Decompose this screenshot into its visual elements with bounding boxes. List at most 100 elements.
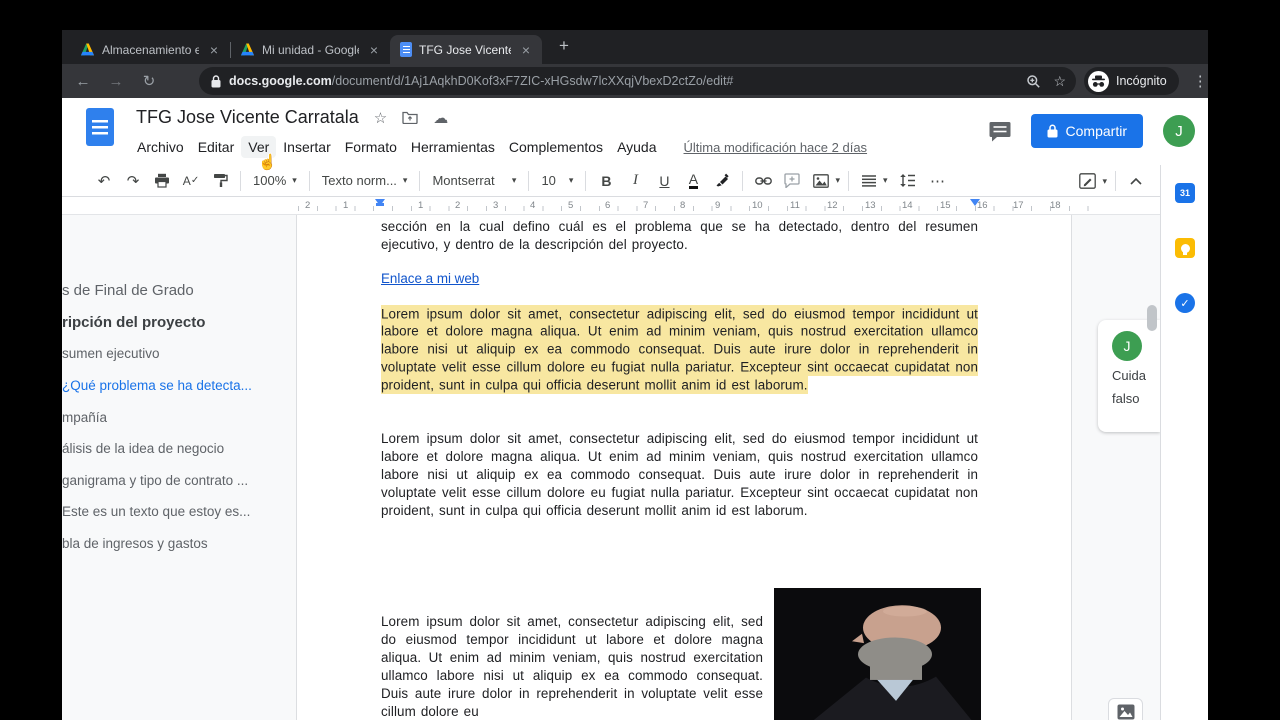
outline-item[interactable]: bla de ingresos y gastos — [62, 528, 292, 560]
menu-ayuda[interactable]: Ayuda — [610, 136, 663, 158]
font-select[interactable]: Montserrat ▾ — [428, 169, 520, 193]
last-modified-link[interactable]: Última modificación hace 2 días — [684, 140, 868, 155]
share-button[interactable]: Compartir — [1030, 114, 1143, 148]
paragraph-intro[interactable]: sección en la cual defino cuál es el pro… — [381, 218, 978, 254]
outline-item[interactable]: sumen ejecutivo — [62, 338, 292, 370]
tab-close-icon[interactable]: × — [518, 42, 534, 58]
insert-image-icon[interactable] — [809, 169, 833, 193]
spellcheck-icon[interactable]: A ✓ — [179, 169, 203, 193]
ruler[interactable]: 2 1 1 2 3 4 5 6 7 8 9 10 11 12 13 14 15 … — [62, 197, 1160, 215]
first-line-indent-marker[interactable] — [376, 203, 384, 206]
paint-format-icon[interactable] — [208, 169, 232, 193]
comment-card[interactable]: J Cuida falso — [1098, 320, 1160, 432]
calendar-icon[interactable]: 31 — [1175, 183, 1195, 203]
menu-editar[interactable]: Editar — [191, 136, 242, 158]
insert-link-icon[interactable] — [751, 169, 775, 193]
zoom-search-icon[interactable] — [1026, 74, 1041, 89]
paragraph-body[interactable]: Lorem ipsum dolor sit amet, consectetur … — [381, 430, 978, 520]
tab-strip: Almacenamiento en la nube pa × Mi unidad… — [62, 30, 1208, 64]
url-domain: docs.google.com — [229, 74, 332, 88]
url-text: docs.google.com/document/d/1Aj1AqkhD0Kof… — [229, 74, 1014, 88]
ruler-label: 2 — [455, 200, 461, 211]
outline-item[interactable]: s de Final de Grado — [62, 275, 292, 307]
font-size-select[interactable]: 10 ▾ — [537, 169, 577, 193]
ruler-label: 6 — [605, 200, 611, 211]
underline-button[interactable]: U — [652, 169, 676, 193]
address-bar[interactable]: docs.google.com/document/d/1Aj1AqkhD0Kof… — [199, 67, 1076, 95]
outline-item-active[interactable]: ¿Qué problema se ha detecta... — [62, 370, 292, 402]
incognito-icon — [1088, 70, 1109, 92]
line-spacing-icon[interactable] — [896, 169, 920, 193]
paragraph-highlighted[interactable]: Lorem ipsum dolor sit amet, consectetur … — [381, 304, 978, 395]
portrait-photo[interactable] — [774, 588, 981, 720]
outline-item[interactable]: ripción del proyecto — [62, 307, 292, 339]
menu-archivo[interactable]: Archivo — [130, 136, 191, 158]
chevron-down-icon[interactable]: ▾ — [883, 175, 888, 186]
reload-icon[interactable]: ↻ — [137, 72, 161, 90]
star-document-icon[interactable]: ☆ — [374, 109, 387, 127]
comments-icon[interactable] — [989, 121, 1011, 142]
document-title[interactable]: TFG Jose Vicente Carratala — [136, 107, 359, 128]
lock-icon — [211, 74, 221, 87]
outline-item[interactable]: álisis de la idea de negocio — [62, 433, 292, 465]
add-comment-icon[interactable] — [780, 169, 804, 193]
align-button[interactable] — [857, 169, 881, 193]
zoom-select[interactable]: 100% ▾ — [249, 169, 301, 193]
browser-tab-drive-storage[interactable]: Almacenamiento en la nube pa × — [70, 35, 230, 64]
docs-logo-icon[interactable] — [86, 108, 114, 146]
left-indent-marker[interactable] — [375, 199, 385, 206]
document-page[interactable]: sección en la cual defino cuál es el pro… — [296, 215, 1072, 720]
print-icon[interactable] — [150, 169, 174, 193]
keep-icon[interactable] — [1175, 238, 1195, 258]
comment-avatar: J — [1112, 331, 1142, 361]
image-options-button[interactable] — [1108, 698, 1143, 720]
bold-button[interactable]: B — [594, 169, 618, 193]
menu-herramientas[interactable]: Herramientas — [404, 136, 502, 158]
italic-button[interactable]: I — [623, 169, 647, 193]
forward-icon[interactable]: → — [104, 73, 128, 90]
paragraph-wrapped[interactable]: Lorem ipsum dolor sit amet, consectetur … — [381, 613, 763, 720]
toolbar-separator — [240, 170, 241, 191]
text-color-button[interactable]: A — [681, 169, 705, 193]
ruler-label: 12 — [827, 200, 838, 211]
paragraph-style-select[interactable]: Texto norm... ▾ — [318, 169, 412, 193]
outline-item[interactable]: Este es un texto que estoy es... — [62, 496, 292, 528]
tab-close-icon[interactable]: × — [366, 42, 382, 58]
docs-header: TFG Jose Vicente Carratala ☆ ☁ Archivo E… — [62, 98, 1208, 171]
vertical-scrollbar[interactable] — [1147, 305, 1157, 331]
tab-close-icon[interactable]: × — [206, 42, 222, 58]
chevron-down-icon[interactable]: ▾ — [835, 175, 840, 186]
chevron-down-icon[interactable]: ▾ — [1102, 176, 1107, 187]
menu-complementos[interactable]: Complementos — [502, 136, 610, 158]
highlight-color-button[interactable] — [710, 169, 734, 193]
outline-item[interactable]: mpañía — [62, 401, 292, 433]
new-tab-button[interactable]: + — [552, 35, 576, 59]
menu-formato[interactable]: Formato — [338, 136, 404, 158]
collapse-toolbar-icon[interactable] — [1124, 169, 1148, 193]
account-avatar[interactable]: J — [1163, 115, 1195, 147]
bookmark-star-icon[interactable]: ☆ — [1053, 73, 1066, 90]
right-indent-marker[interactable] — [970, 199, 980, 206]
ruler-label: 5 — [568, 200, 574, 211]
redo-icon[interactable]: ↷ — [121, 169, 145, 193]
browser-menu-icon[interactable]: ⋮ — [1193, 72, 1208, 90]
back-icon[interactable]: ← — [71, 73, 95, 90]
tasks-icon[interactable]: ✓ — [1175, 293, 1195, 313]
ruler-label: 3 — [493, 200, 499, 211]
outline-item[interactable]: ganigrama y tipo de contrato ... — [62, 465, 292, 497]
google-side-panel: 31 ✓ — [1160, 165, 1208, 720]
toolbar-separator — [1115, 171, 1116, 191]
bulb-icon — [1180, 243, 1190, 255]
editing-mode-button[interactable] — [1075, 169, 1099, 193]
url-path: /document/d/1Aj1AqkhD0Kof3xF7ZIC-xHGsdw7… — [331, 74, 734, 88]
cloud-saved-icon: ☁ — [433, 109, 449, 127]
document-hyperlink[interactable]: Enlace a mi web — [381, 271, 479, 286]
image-icon — [1117, 704, 1134, 720]
browser-tab-docs-active[interactable]: TFG Jose Vicente Carratala - D × — [390, 35, 542, 64]
menu-insertar[interactable]: Insertar — [276, 136, 337, 158]
more-tools-icon[interactable]: ⋯ — [926, 169, 950, 193]
browser-tab-my-drive[interactable]: Mi unidad - Google Drive × — [230, 35, 390, 64]
move-folder-icon[interactable] — [402, 111, 418, 124]
screen: Almacenamiento en la nube pa × Mi unidad… — [0, 0, 1280, 720]
undo-icon[interactable]: ↶ — [92, 169, 116, 193]
